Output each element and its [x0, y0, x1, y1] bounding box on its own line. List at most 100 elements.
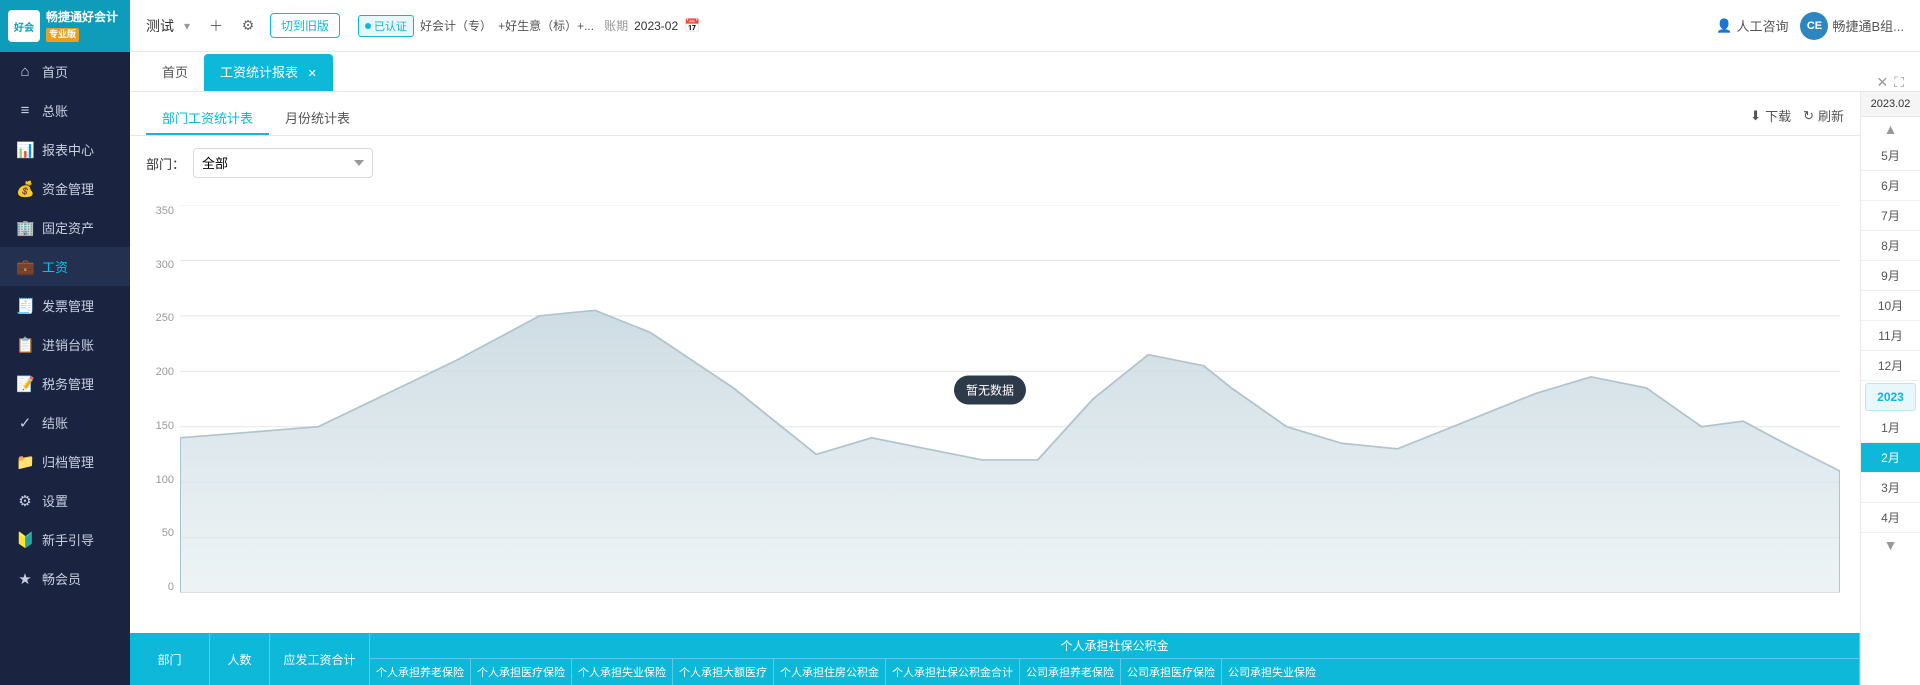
- y-label-300: 300: [140, 259, 178, 271]
- close-window-icon[interactable]: ✕: [1876, 74, 1888, 91]
- download-button[interactable]: ⬇ 下载: [1750, 106, 1791, 125]
- sidebar-item-vip[interactable]: ★畅会员: [0, 559, 130, 598]
- y-label-350: 350: [140, 205, 178, 217]
- date-month-6[interactable]: 6月: [1861, 171, 1920, 201]
- date-panel-down[interactable]: ▼: [1861, 533, 1920, 557]
- sidebar-item-invoice[interactable]: 🧾发票管理: [0, 286, 130, 325]
- avatar: CE: [1800, 12, 1828, 40]
- date-month-8[interactable]: 8月: [1861, 231, 1920, 261]
- th-total-salary: 应发工资合计: [270, 633, 370, 685]
- th-personal-total: 个人承担社保公积金合计: [886, 659, 1020, 685]
- period-label: 账期: [604, 17, 628, 34]
- chart-area: 350 300 250 200 150 100 50 0: [130, 190, 1860, 633]
- sidebar-item-home[interactable]: ⌂首页: [0, 52, 130, 91]
- date-month-12[interactable]: 12月: [1861, 351, 1920, 381]
- filter-row: 部门： 全部 行政部 财务部 销售部 技术部: [130, 136, 1860, 190]
- chart-area-fill: [180, 310, 1840, 593]
- settings-icon[interactable]: ⚙: [236, 14, 260, 38]
- th-dept: 部门: [130, 633, 210, 685]
- date-2023-month-1[interactable]: 1月: [1861, 413, 1920, 443]
- date-month-10[interactable]: 10月: [1861, 291, 1920, 321]
- topbar-right: 👤 人工咨询 CE 畅捷通B组...: [1716, 12, 1904, 40]
- date-month-9[interactable]: 9月: [1861, 261, 1920, 291]
- sidebar-item-funds[interactable]: 💰资金管理: [0, 169, 130, 208]
- tab-close-icon[interactable]: ✕: [308, 68, 317, 80]
- chart-container: 350 300 250 200 150 100 50 0: [140, 200, 1840, 623]
- vip-icon: ★: [16, 570, 34, 588]
- user-menu[interactable]: CE 畅捷通B组...: [1800, 12, 1904, 40]
- settle-icon: ✓: [16, 414, 34, 432]
- date-year-2023[interactable]: 2023: [1865, 383, 1916, 411]
- topbar-actions: ＋ ⚙: [204, 14, 260, 38]
- main-panel: 部门工资统计表 月份统计表 ⬇ 下载 ↻ 刷新: [130, 92, 1860, 685]
- date-panel-header: 2023.02: [1861, 92, 1920, 117]
- date-month-11[interactable]: 11月: [1861, 321, 1920, 351]
- chart-tooltip: 暂无数据: [954, 376, 1026, 405]
- sub-tab-dept[interactable]: 部门工资统计表: [146, 102, 269, 135]
- sidebar-item-guide[interactable]: 🔰新手引导: [0, 520, 130, 559]
- switch-version-button[interactable]: 切到旧版: [270, 13, 340, 38]
- sidebar-item-purchase[interactable]: 📋进销台账: [0, 325, 130, 364]
- th-personal-medical: 个人承担医疗保险: [471, 659, 572, 685]
- guide-icon: 🔰: [16, 531, 34, 549]
- tab-salary-report[interactable]: 工资统计报表 ✕: [204, 54, 333, 91]
- y-label-150: 150: [140, 420, 178, 432]
- purchase-icon: 📋: [16, 336, 34, 354]
- refresh-button[interactable]: ↻ 刷新: [1803, 106, 1844, 125]
- assets-icon: 🏢: [16, 219, 34, 237]
- content-area: 部门工资统计表 月份统计表 ⬇ 下载 ↻ 刷新: [130, 92, 1920, 685]
- help-button[interactable]: 👤 人工咨询: [1716, 16, 1788, 35]
- calendar-icon[interactable]: 📅: [684, 18, 700, 34]
- logo-text: 畅捷通好会计 专业版: [46, 10, 118, 41]
- tab-home[interactable]: 首页: [146, 54, 204, 91]
- good-accounting-status: 好会计（专）: [420, 17, 492, 34]
- sidebar-item-settle[interactable]: ✓结账: [0, 403, 130, 442]
- dept-filter-select[interactable]: 全部 行政部 财务部 销售部 技术部: [193, 148, 373, 178]
- add-button[interactable]: ＋: [204, 14, 228, 38]
- sidebar-item-settings[interactable]: ⚙设置: [0, 481, 130, 520]
- download-icon: ⬇: [1750, 108, 1761, 124]
- sidebar-item-salary[interactable]: 💼工资: [0, 247, 130, 286]
- th-personal-major-medical: 个人承担大额医疗: [673, 659, 774, 685]
- sidebar-item-tax[interactable]: 📝税务管理: [0, 364, 130, 403]
- y-label-100: 100: [140, 474, 178, 486]
- th-company-pension: 公司承担养老保险: [1020, 659, 1121, 685]
- date-month-5[interactable]: 5月: [1861, 141, 1920, 171]
- expand-window-icon[interactable]: ⛶: [1894, 74, 1904, 91]
- sidebar-item-archive[interactable]: 📁归档管理: [0, 442, 130, 481]
- funds-icon: 💰: [16, 180, 34, 198]
- date-2023-month-4[interactable]: 4月: [1861, 503, 1920, 533]
- help-icon: 👤: [1716, 18, 1732, 34]
- th-company-medical: 公司承担医疗保险: [1121, 659, 1222, 685]
- date-panel: 2023.02 ▲ 5月 6月 7月 8月 9月 10月 11月 12月 202…: [1860, 92, 1920, 685]
- date-panel-up[interactable]: ▲: [1861, 117, 1920, 141]
- settings-icon: ⚙: [16, 492, 34, 510]
- th-company-unemployment: 公司承担失业保险: [1222, 659, 1322, 685]
- sub-tabs: 部门工资统计表 月份统计表 ⬇ 下载 ↻ 刷新: [130, 92, 1860, 136]
- th-personal-unemployment: 个人承担失业保险: [572, 659, 673, 685]
- topbar-dropdown-arrow[interactable]: ▾: [184, 19, 190, 33]
- certified-badge: 已认证: [358, 15, 414, 37]
- sub-tab-monthly[interactable]: 月份统计表: [269, 102, 366, 135]
- salary-icon: 💼: [16, 258, 34, 276]
- sidebar-item-assets[interactable]: 🏢固定资产: [0, 208, 130, 247]
- logo-icon: 好会: [8, 10, 40, 42]
- table-header: 部门 人数 应发工资合计 个人承担社保公积金 个人承担养老保险 个人承担医疗保险…: [130, 633, 1860, 685]
- refresh-icon: ↻: [1803, 108, 1814, 124]
- sub-tabs-actions: ⬇ 下载 ↻ 刷新: [1750, 106, 1844, 131]
- archive-icon: 📁: [16, 453, 34, 471]
- sidebar-item-ledger[interactable]: ≡总账: [0, 91, 130, 130]
- y-label-250: 250: [140, 312, 178, 324]
- reports-icon: 📊: [16, 141, 34, 159]
- sidebar-item-reports[interactable]: 📊报表中心: [0, 130, 130, 169]
- topbar: 测试 ▾ ＋ ⚙ 切到旧版 已认证 好会计（专） +好生意（标）+... 账期 …: [130, 0, 1920, 52]
- period-value: 2023-02: [634, 19, 678, 33]
- date-2023-month-3[interactable]: 3月: [1861, 473, 1920, 503]
- date-month-7[interactable]: 7月: [1861, 201, 1920, 231]
- home-icon: ⌂: [16, 63, 34, 80]
- y-label-50: 50: [140, 527, 178, 539]
- th-count: 人数: [210, 633, 270, 685]
- date-2023-month-2[interactable]: 2月: [1861, 443, 1920, 473]
- y-label-0: 0: [140, 581, 178, 593]
- invoice-icon: 🧾: [16, 297, 34, 315]
